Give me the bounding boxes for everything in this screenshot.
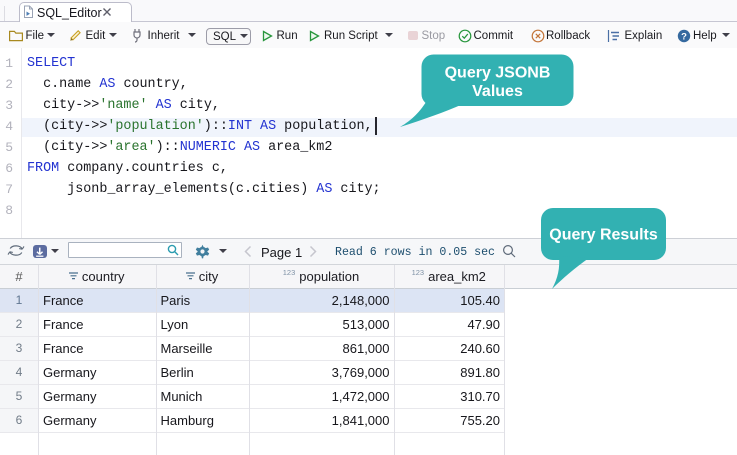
svg-text:?: ? [681, 31, 687, 42]
